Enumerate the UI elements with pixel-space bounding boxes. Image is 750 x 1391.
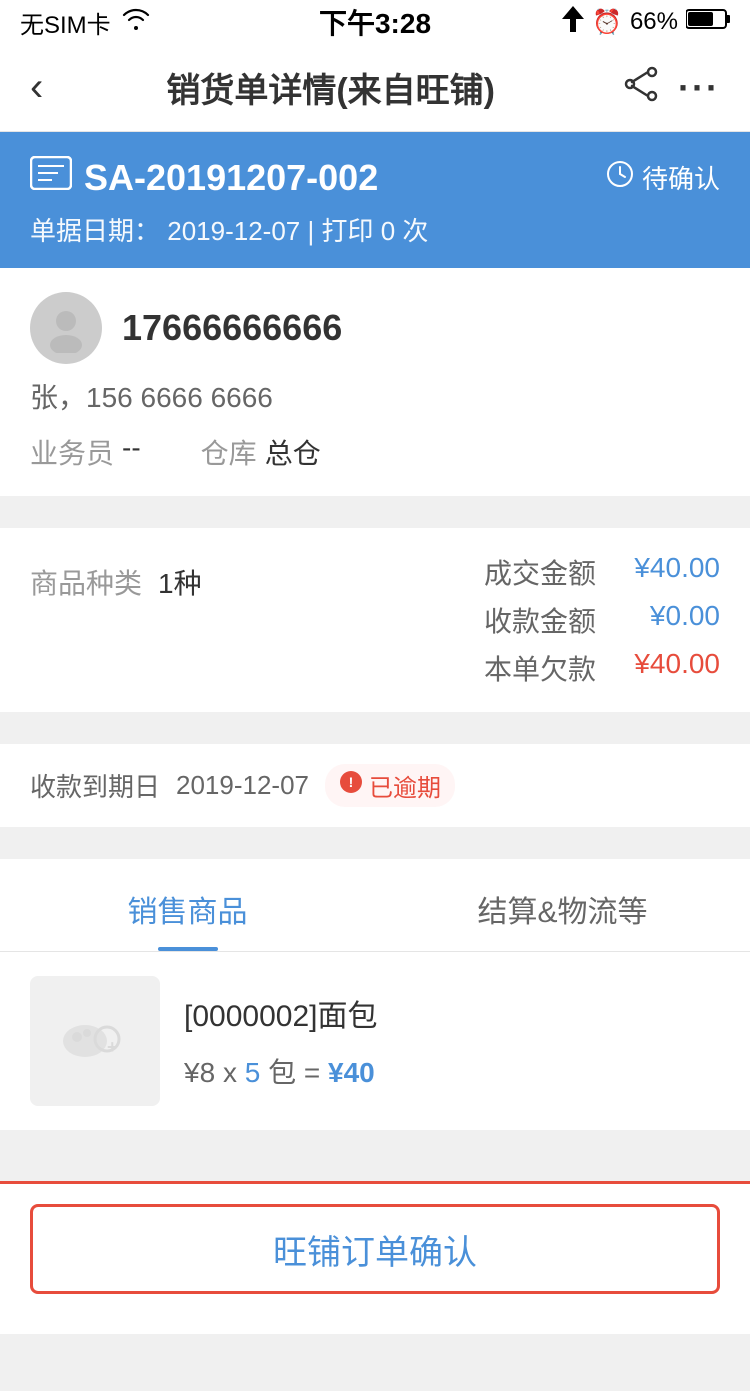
alarm-icon: ⏰ xyxy=(592,8,622,37)
summary-section: 商品种类 1种 成交金额 ¥40.00 收款金额 ¥0.00 本单欠款 ¥40.… xyxy=(0,528,750,712)
quantity-value: 5 xyxy=(245,1057,261,1088)
price-value: ¥8 xyxy=(184,1057,215,1088)
total-value: ¥40 xyxy=(328,1057,375,1088)
price-multiplier: x xyxy=(223,1057,245,1088)
header-card-top: SA-20191207-002 待确认 xyxy=(30,156,720,199)
status-text: 待确认 xyxy=(642,159,720,196)
divider-1 xyxy=(0,512,750,528)
status-badge: 待确认 xyxy=(606,159,720,196)
customer-meta: 业务员 -- 仓库 总仓 xyxy=(30,432,720,472)
warehouse-value: 总仓 xyxy=(265,432,321,472)
overdue-badge: ! 已逾期 xyxy=(325,764,455,807)
divider-2 xyxy=(0,728,750,744)
battery-label: 66% xyxy=(630,8,678,36)
amount-row-1: 成交金额 ¥40.00 xyxy=(484,552,720,592)
customer-name-info: 张，156 6666 6666 xyxy=(30,376,720,416)
header-card: SA-20191207-002 待确认 单据日期： 2019-12-07 | 打… xyxy=(0,132,750,268)
order-number: SA-20191207-002 xyxy=(30,156,378,199)
more-button[interactable]: ··· xyxy=(678,67,720,109)
nav-bar-left: ‹ xyxy=(30,65,43,110)
divider-3 xyxy=(0,843,750,859)
tabs: 销售商品 结算&物流等 xyxy=(0,859,750,952)
warning-icon: ! xyxy=(339,770,363,801)
due-label: 收款到期日 xyxy=(30,767,160,804)
product-type: 商品种类 1种 xyxy=(30,562,202,602)
order-icon xyxy=(30,156,72,199)
product-list: + [0000002]面包 ¥8 x 5 包 = ¥40 xyxy=(0,952,750,1131)
carrier-label: 无SIM卡 xyxy=(20,5,111,40)
product-name: [0000002]面包 xyxy=(184,991,720,1035)
amount-label-2: 收款金额 xyxy=(484,600,596,640)
due-date: 2019-12-07 xyxy=(176,770,309,801)
summary-left: 商品种类 1种 xyxy=(30,552,202,602)
tab-settlement[interactable]: 结算&物流等 xyxy=(375,859,750,951)
amount-label-3: 本单欠款 xyxy=(484,648,596,688)
nav-bar: ‹ 销货单详情(来自旺铺) ··· xyxy=(0,44,750,132)
status-bar-left: 无SIM卡 xyxy=(20,5,151,40)
customer-section: 17666666666 张，156 6666 6666 业务员 -- 仓库 总仓 xyxy=(0,268,750,496)
location-icon xyxy=(562,6,584,39)
product-type-value: 1种 xyxy=(158,562,202,602)
product-type-label: 商品种类 xyxy=(30,562,142,602)
table-row: + [0000002]面包 ¥8 x 5 包 = ¥40 xyxy=(0,952,750,1131)
battery-icon xyxy=(686,8,730,37)
amount-row-3: 本单欠款 ¥40.00 xyxy=(484,648,720,688)
salesperson-label: 业务员 xyxy=(30,432,114,472)
clock-icon xyxy=(606,160,634,195)
product-price: ¥8 x 5 包 = ¥40 xyxy=(184,1051,720,1091)
order-date: 单据日期： 2019-12-07 | 打印 0 次 xyxy=(30,211,720,248)
customer-top: 17666666666 xyxy=(30,292,720,364)
product-details: [0000002]面包 ¥8 x 5 包 = ¥40 xyxy=(184,991,720,1091)
customer-phone[interactable]: 17666666666 xyxy=(122,307,342,349)
share-button[interactable] xyxy=(618,64,658,111)
status-bar-time: 下午3:28 xyxy=(319,2,431,42)
warehouse-item: 仓库 总仓 xyxy=(201,432,321,472)
summary-right: 成交金额 ¥40.00 收款金额 ¥0.00 本单欠款 ¥40.00 xyxy=(484,552,720,688)
salesperson-value: -- xyxy=(122,432,141,472)
tab-sales-products[interactable]: 销售商品 xyxy=(0,859,375,951)
unit-value: 包 xyxy=(268,1057,296,1088)
back-button[interactable]: ‹ xyxy=(30,65,43,110)
order-number-text: SA-20191207-002 xyxy=(84,157,378,199)
nav-bar-right: ··· xyxy=(618,64,720,111)
bottom-bar: 旺铺订单确认 xyxy=(0,1181,750,1334)
due-section: 收款到期日 2019-12-07 ! 已逾期 xyxy=(0,744,750,827)
amount-value-1: ¥40.00 xyxy=(620,552,720,592)
amount-value-3: ¥40.00 xyxy=(620,648,720,688)
equals: = xyxy=(304,1057,328,1088)
salesperson-item: 业务员 -- xyxy=(30,432,141,472)
wifi-icon xyxy=(121,8,151,37)
amount-value-2: ¥0.00 xyxy=(620,600,720,640)
overdue-text: 已逾期 xyxy=(369,768,441,803)
status-bar: 无SIM卡 下午3:28 ⏰ 66% xyxy=(0,0,750,44)
product-thumbnail: + xyxy=(30,976,160,1106)
warehouse-label: 仓库 xyxy=(201,432,257,472)
amount-label-1: 成交金额 xyxy=(484,552,596,592)
amount-row-2: 收款金额 ¥0.00 xyxy=(484,600,720,640)
svg-text:!: ! xyxy=(349,774,354,790)
page-title: 销货单详情(来自旺铺) xyxy=(166,63,495,112)
status-bar-right: ⏰ 66% xyxy=(562,6,730,39)
confirm-order-button[interactable]: 旺铺订单确认 xyxy=(30,1204,720,1294)
avatar xyxy=(30,292,102,364)
